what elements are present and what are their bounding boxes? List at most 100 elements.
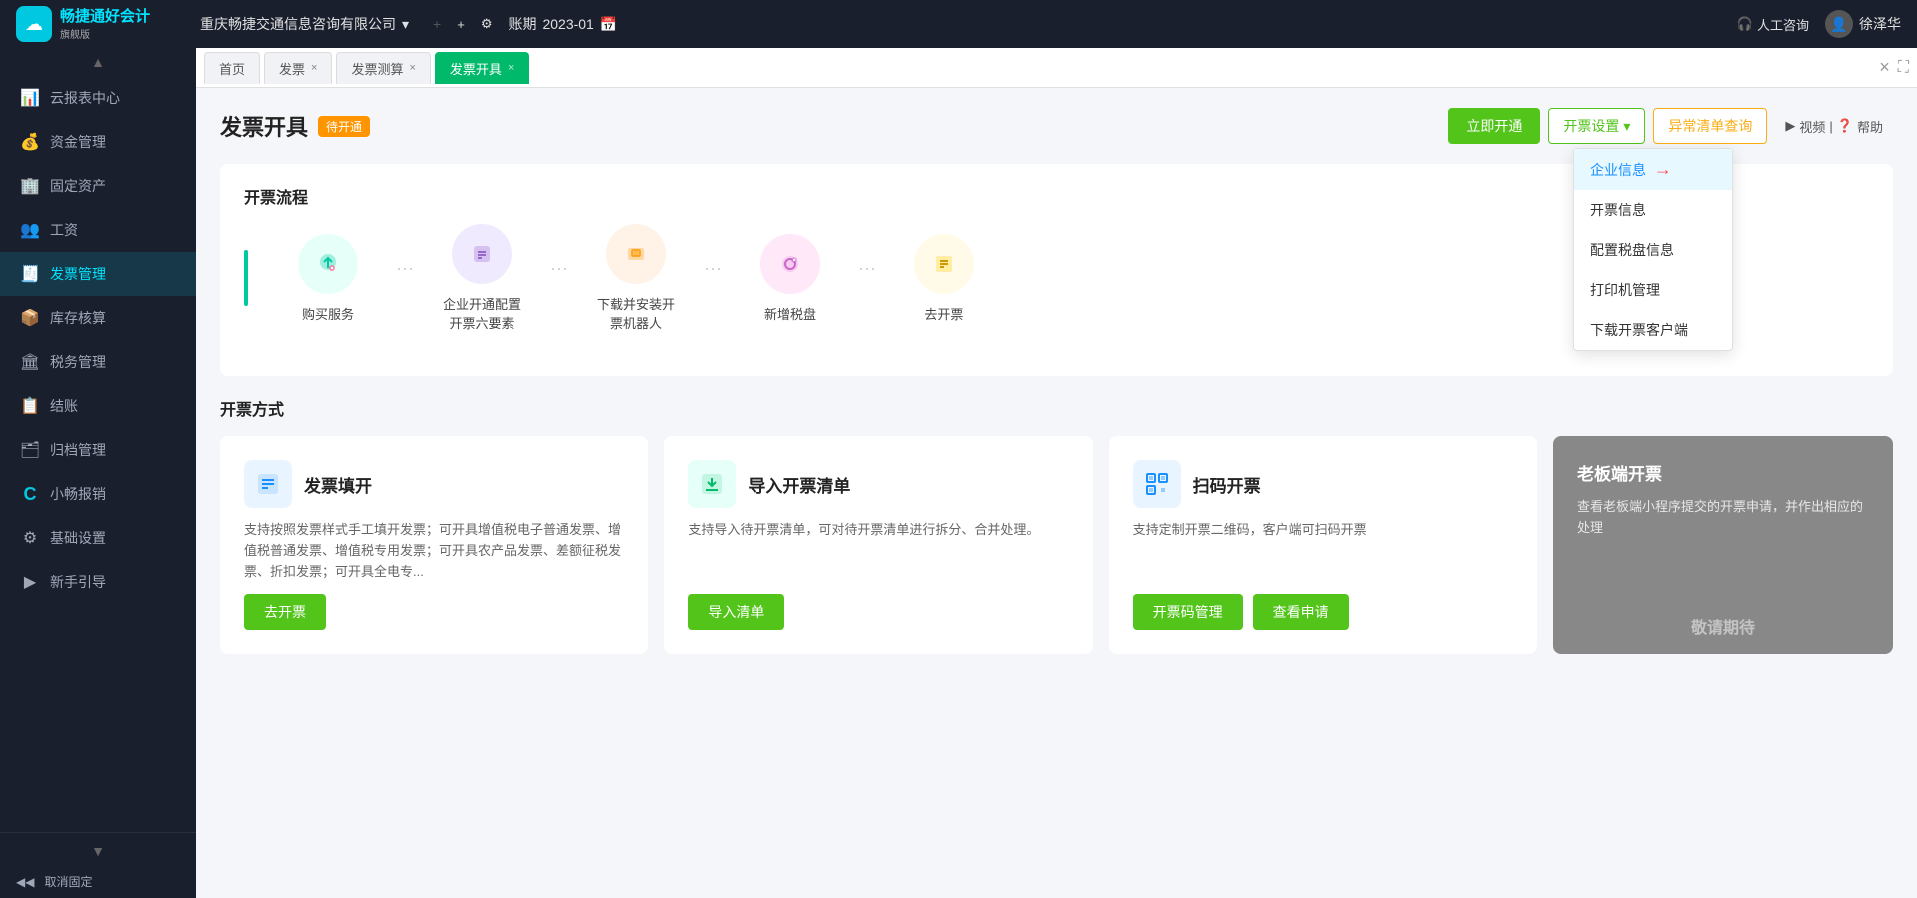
sidebar-item-label: 取消固定	[44, 873, 92, 890]
logo-icon: ☁	[16, 6, 52, 42]
sidebar-item-label: 资金管理	[50, 132, 106, 152]
tab-close-icon[interactable]: ×	[409, 62, 415, 74]
method-card-fill: 发票填开 支持按照发票样式手工填开发票；可开具增值税电子普通发票、增值税普通发票…	[220, 436, 648, 654]
settings-icon[interactable]: ⚙	[481, 16, 493, 32]
sidebar-item-label: 税务管理	[50, 352, 106, 372]
scroll-up-button[interactable]: ▲	[0, 48, 196, 76]
invoice-icon: 🧾	[20, 264, 40, 284]
avatar: 👤	[1825, 10, 1853, 38]
inventory-icon: 📦	[20, 308, 40, 328]
sidebar-item-expense[interactable]: C 小畅报销	[0, 472, 196, 516]
import-list-button[interactable]: 导入清单	[688, 594, 784, 630]
boss-invoice-desc: 查看老板端小程序提交的开票申请，并作出相应的处理	[1577, 497, 1869, 539]
methods-grid: 发票填开 支持按照发票样式手工填开发票；可开具增值税电子普通发票、增值税普通发票…	[220, 436, 1893, 654]
sidebar-item-label: 发票管理	[50, 264, 106, 284]
overlay-text: 敬请期待	[1553, 614, 1893, 638]
sidebar-item-cloud-report[interactable]: 📊 云报表中心	[0, 76, 196, 120]
tab-invoice-calc[interactable]: 发票测算 ×	[336, 52, 430, 84]
arrow-icon: ···	[396, 258, 414, 299]
video-button[interactable]: ▶ 视频 | ❓ 帮助	[1775, 110, 1893, 143]
dropdown-item-tax-config[interactable]: 配置税盘信息	[1574, 230, 1732, 270]
import-invoice-name: 导入开票清单	[748, 472, 850, 497]
dropdown-item-invoice-info[interactable]: 开票信息	[1574, 190, 1732, 230]
process-step-open: 去开票	[884, 234, 1004, 323]
scan-invoice-name: 扫码开票	[1193, 472, 1261, 497]
status-badge: 待开通	[318, 116, 370, 137]
sidebar-item-inventory[interactable]: 📦 库存核算	[0, 296, 196, 340]
settings-button[interactable]: 开票设置 ▾	[1548, 108, 1645, 144]
top-right-area: 🎧 人工咨询 👤 徐泽华	[1737, 10, 1901, 38]
tab-label: 发票	[279, 59, 305, 78]
open-invoice-icon	[914, 234, 974, 294]
maximize-window-button[interactable]: ⛶	[1898, 59, 1909, 77]
arrow-icon: ···	[858, 258, 876, 299]
dropdown-item-company[interactable]: 企业信息 →	[1574, 149, 1732, 190]
sidebar-item-tax[interactable]: 🏛 税务管理	[0, 340, 196, 384]
headphone-icon: 🎧	[1737, 16, 1753, 32]
sidebar-item-label: 新手引导	[50, 572, 106, 592]
sidebar-item-label: 结账	[50, 396, 78, 416]
tab-label: 发票测算	[351, 59, 403, 78]
sidebar-item-label: 工资	[50, 220, 78, 240]
arrow-icon: ···	[704, 258, 722, 299]
divider: +	[433, 16, 441, 32]
sidebar-item-archive[interactable]: 🗂 归档管理	[0, 428, 196, 472]
boss-invoice-name: 老板端开票	[1577, 460, 1662, 485]
fill-invoice-desc: 支持按照发票样式手工填开发票；可开具增值税电子普通发票、增值税普通发票、增值税专…	[244, 520, 624, 582]
settlement-icon: 📋	[20, 396, 40, 416]
flow-left-border	[244, 250, 248, 306]
user-area[interactable]: 👤 徐泽华	[1825, 10, 1901, 38]
sidebar-item-settings[interactable]: ⚙ 基础设置	[0, 516, 196, 560]
consult-button[interactable]: 🎧 人工咨询	[1737, 15, 1809, 34]
sidebar-item-invoice[interactable]: 🧾 发票管理	[0, 252, 196, 296]
tab-invoice-open[interactable]: 发票开具 ×	[435, 52, 529, 84]
abnormal-button[interactable]: 异常清单查询	[1653, 108, 1767, 144]
fill-invoice-button[interactable]: 去开票	[244, 594, 326, 630]
sidebar-item-fund[interactable]: 💰 资金管理	[0, 120, 196, 164]
arrow-icon: →	[1654, 159, 1672, 180]
methods-section-title: 开票方式	[220, 396, 1893, 420]
view-apply-button[interactable]: 查看申请	[1253, 594, 1349, 630]
activate-button[interactable]: 立即开通	[1448, 108, 1540, 144]
archive-icon: 🗂	[20, 440, 40, 460]
close-window-button[interactable]: ×	[1879, 57, 1890, 78]
sidebar-item-unpin[interactable]: ◀◀ 取消固定	[0, 865, 196, 898]
tab-home[interactable]: 首页	[204, 52, 260, 84]
sidebar-item-fixed-assets[interactable]: 🏢 固定资产	[0, 164, 196, 208]
dropdown-item-download-client[interactable]: 下载开票客户端	[1574, 310, 1732, 350]
config-icon	[452, 224, 512, 284]
sidebar-item-settlement[interactable]: 📋 结账	[0, 384, 196, 428]
method-card-import: 导入开票清单 支持导入待开票清单，可对待开票清单进行拆分、合并处理。 导入清单	[664, 436, 1092, 654]
method-header: 导入开票清单	[688, 460, 1068, 508]
process-step-config: 企业开通配置开票六要素	[422, 224, 542, 332]
sidebar-item-guide[interactable]: ▶ 新手引导	[0, 560, 196, 604]
add-button[interactable]: +	[457, 17, 465, 32]
tab-invoice[interactable]: 发票 ×	[264, 52, 332, 84]
tab-close-icon[interactable]: ×	[311, 62, 317, 74]
company-selector[interactable]: 重庆畅捷交通信息咨询有限公司 ▾	[192, 10, 417, 38]
calendar-icon[interactable]: 📅	[600, 16, 617, 33]
process-step-tax: 新增税盘	[730, 234, 850, 323]
main-area: ▲ 📊 云报表中心 💰 资金管理 🏢 固定资产 👥 工资 🧾 发票管理	[0, 48, 1917, 898]
tab-close-icon[interactable]: ×	[508, 62, 514, 74]
tax-disk-icon	[760, 234, 820, 294]
dropdown-item-printer[interactable]: 打印机管理	[1574, 270, 1732, 310]
scan-invoice-icon	[1133, 460, 1181, 508]
chevron-down-icon: ▾	[1623, 118, 1630, 135]
tab-bar: 首页 发票 × 发票测算 × 发票开具 × × ⛶	[196, 48, 1917, 88]
fixed-assets-icon: 🏢	[20, 176, 40, 196]
top-bar: ☁ 畅捷通好会计 旗舰版 重庆畅捷交通信息咨询有限公司 ▾ + + ⚙ 账期 2…	[0, 0, 1917, 48]
scroll-down-button[interactable]: ▼	[0, 837, 196, 865]
company-name: 重庆畅捷交通信息咨询有限公司	[200, 14, 396, 34]
user-name: 徐泽华	[1859, 14, 1901, 34]
step-label: 企业开通配置开票六要素	[437, 294, 527, 332]
period-info: 账期 2023-01 📅	[508, 14, 617, 34]
tab-label: 发票开具	[450, 59, 502, 78]
sidebar: ▲ 📊 云报表中心 💰 资金管理 🏢 固定资产 👥 工资 🧾 发票管理	[0, 48, 196, 898]
step-label: 新增税盘	[764, 304, 816, 323]
content-area: 首页 发票 × 发票测算 × 发票开具 × × ⛶	[196, 48, 1917, 898]
dropdown-menu: 企业信息 → 开票信息 配置税盘信息 打印机管理	[1573, 148, 1733, 351]
guide-icon: ▶	[20, 572, 40, 592]
sidebar-item-payroll[interactable]: 👥 工资	[0, 208, 196, 252]
scan-code-manage-button[interactable]: 开票码管理	[1133, 594, 1243, 630]
